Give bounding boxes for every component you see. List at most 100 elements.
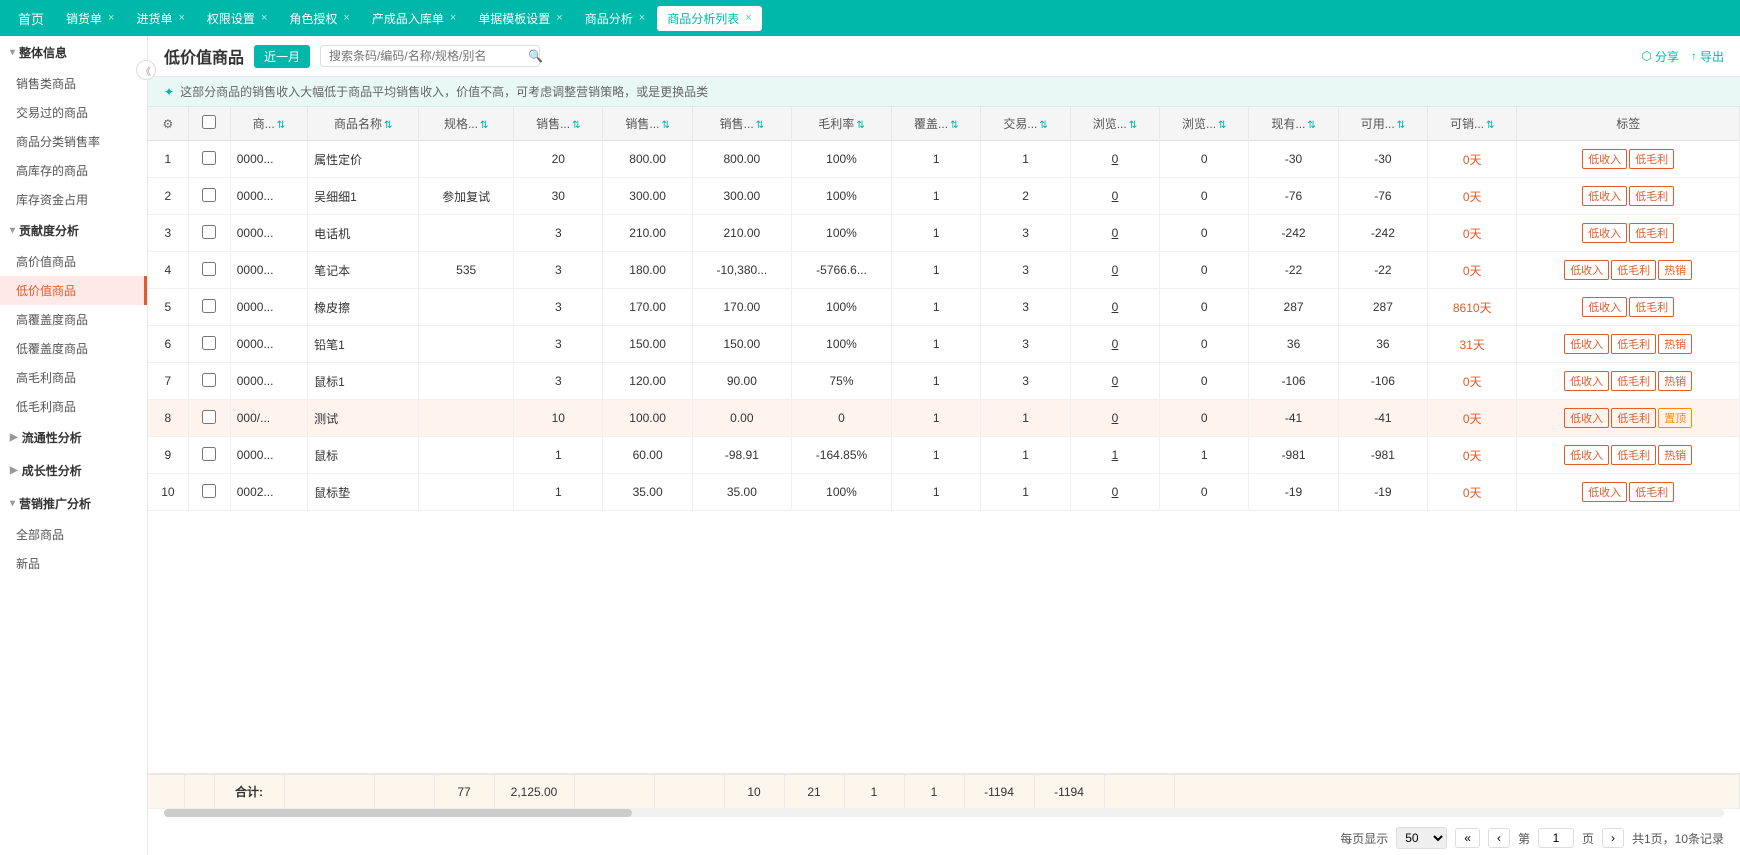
nav-close-icon[interactable]: × [108,12,114,24]
col-gross-margin[interactable]: 毛利率⇅ [791,107,891,141]
col-coverage[interactable]: 覆盖...⇅ [892,107,981,141]
row-checkbox[interactable] [188,437,230,474]
row-checkbox[interactable] [188,400,230,437]
browse-link[interactable]: 0 [1112,411,1119,425]
nav-product-list[interactable]: 商品分析列表 × [657,6,761,31]
row-checkbox[interactable] [188,252,230,289]
browse-link[interactable]: 0 [1112,189,1119,203]
sidebar-item-high-profit[interactable]: 高毛利商品 [0,363,147,392]
row-select-checkbox[interactable] [202,410,216,424]
row-select-checkbox[interactable] [202,299,216,313]
row-browse1[interactable]: 0 [1070,289,1159,326]
scrollbar-thumb[interactable] [164,809,632,817]
row-select-checkbox[interactable] [202,373,216,387]
nav-purchase[interactable]: 进货单 × [126,6,194,31]
browse-link[interactable]: 0 [1112,226,1119,240]
sidebar-section-marketing[interactable]: ▾ 营销推广分析 [0,487,147,520]
browse-link[interactable]: 0 [1112,300,1119,314]
col-usable-stock[interactable]: 可用...⇅ [1338,107,1427,141]
page-number-input[interactable] [1538,828,1574,848]
nav-role[interactable]: 角色授权 × [279,6,359,31]
nav-close-icon[interactable]: × [556,12,562,24]
row-select-checkbox[interactable] [202,447,216,461]
sidebar-section-overview[interactable]: ▾ 整体信息 [0,36,147,69]
nav-close-active-icon[interactable]: × [745,12,751,24]
row-checkbox[interactable] [188,141,230,178]
row-select-checkbox[interactable] [202,262,216,276]
sidebar-section-circulation[interactable]: ▶ 流通性分析 [0,421,147,454]
browse-link[interactable]: 0 [1112,485,1119,499]
row-browse1[interactable]: 0 [1070,178,1159,215]
nav-close-icon[interactable]: × [343,12,349,24]
row-select-checkbox[interactable] [202,151,216,165]
col-trade-count[interactable]: 交易...⇅ [981,107,1070,141]
nav-close-icon[interactable]: × [178,12,184,24]
sidebar-collapse-button[interactable]: 《 [136,60,156,80]
nav-product-in[interactable]: 产成品入库单 × [362,6,466,31]
col-sellable[interactable]: 可销...⇅ [1428,107,1517,141]
col-spec[interactable]: 规格...⇅ [419,107,514,141]
sidebar-item-traded[interactable]: 交易过的商品 [0,98,147,127]
sidebar-section-growth[interactable]: ▶ 成长性分析 [0,454,147,487]
row-checkbox[interactable] [188,363,230,400]
col-browse2[interactable]: 浏览...⇅ [1160,107,1249,141]
row-select-checkbox[interactable] [202,336,216,350]
browse-link[interactable]: 0 [1112,152,1119,166]
prev-page-button[interactable]: ‹ [1488,828,1510,848]
nav-close-icon[interactable]: × [261,12,267,24]
row-checkbox[interactable] [188,215,230,252]
next-page-button[interactable]: › [1602,828,1624,848]
nav-close-icon[interactable]: × [450,12,456,24]
row-browse1[interactable]: 0 [1070,400,1159,437]
col-sale-price[interactable]: 销售...⇅ [603,107,692,141]
sidebar-item-new-products[interactable]: 新品 [0,549,147,578]
sidebar-item-low-value[interactable]: 低价值商品 [0,276,147,305]
settings-icon[interactable]: ⚙ [162,117,173,131]
sidebar-item-sales-products[interactable]: 销售类商品 [0,69,147,98]
col-settings[interactable]: ⚙ [148,107,188,141]
browse-link[interactable]: 0 [1112,374,1119,388]
row-checkbox[interactable] [188,474,230,511]
row-browse1[interactable]: 0 [1070,363,1159,400]
row-select-checkbox[interactable] [202,225,216,239]
share-button[interactable]: ⬡ 分享 [1641,48,1679,65]
row-select-checkbox[interactable] [202,484,216,498]
horizontal-scrollbar[interactable] [164,809,1724,817]
browse-link[interactable]: 0 [1112,263,1119,277]
sidebar-item-category-rate[interactable]: 商品分类销售率 [0,127,147,156]
export-button[interactable]: ↑ 导出 [1691,48,1724,65]
search-icon[interactable]: 🔍 [528,49,543,63]
nav-sales[interactable]: 销货单 × [56,6,124,31]
col-code[interactable]: 商...⇅ [230,107,307,141]
nav-close-icon[interactable]: × [639,12,645,24]
col-current-stock[interactable]: 现有...⇅ [1249,107,1338,141]
page-size-select[interactable]: 50 100 [1396,827,1447,849]
col-sale-amount[interactable]: 销售...⇅ [692,107,791,141]
row-checkbox[interactable] [188,289,230,326]
nav-permission[interactable]: 权限设置 × [197,6,277,31]
time-filter-button[interactable]: 近一月 [254,45,310,68]
select-all-checkbox[interactable] [202,115,216,129]
browse-link[interactable]: 0 [1112,337,1119,351]
row-checkbox[interactable] [188,326,230,363]
nav-template[interactable]: 单据模板设置 × [468,6,572,31]
sidebar-item-stock-capital[interactable]: 库存资金占用 [0,185,147,214]
browse-link[interactable]: 1 [1112,448,1119,462]
nav-product-analysis[interactable]: 商品分析 × [575,6,655,31]
row-browse1[interactable]: 0 [1070,326,1159,363]
col-name[interactable]: 商品名称⇅ [308,107,419,141]
row-browse1[interactable]: 0 [1070,252,1159,289]
row-browse1[interactable]: 0 [1070,215,1159,252]
row-checkbox[interactable] [188,178,230,215]
sidebar-section-contribution[interactable]: ▾ 贡献度分析 [0,214,147,247]
row-browse1[interactable]: 0 [1070,474,1159,511]
sidebar-item-all-products[interactable]: 全部商品 [0,520,147,549]
sidebar-item-high-stock[interactable]: 高库存的商品 [0,156,147,185]
nav-home[interactable]: 首页 [8,5,54,32]
first-page-button[interactable]: « [1455,828,1480,848]
col-browse1[interactable]: 浏览...⇅ [1070,107,1159,141]
row-browse1[interactable]: 1 [1070,437,1159,474]
sidebar-item-high-coverage[interactable]: 高覆盖度商品 [0,305,147,334]
sidebar-item-low-coverage[interactable]: 低覆盖度商品 [0,334,147,363]
row-select-checkbox[interactable] [202,188,216,202]
